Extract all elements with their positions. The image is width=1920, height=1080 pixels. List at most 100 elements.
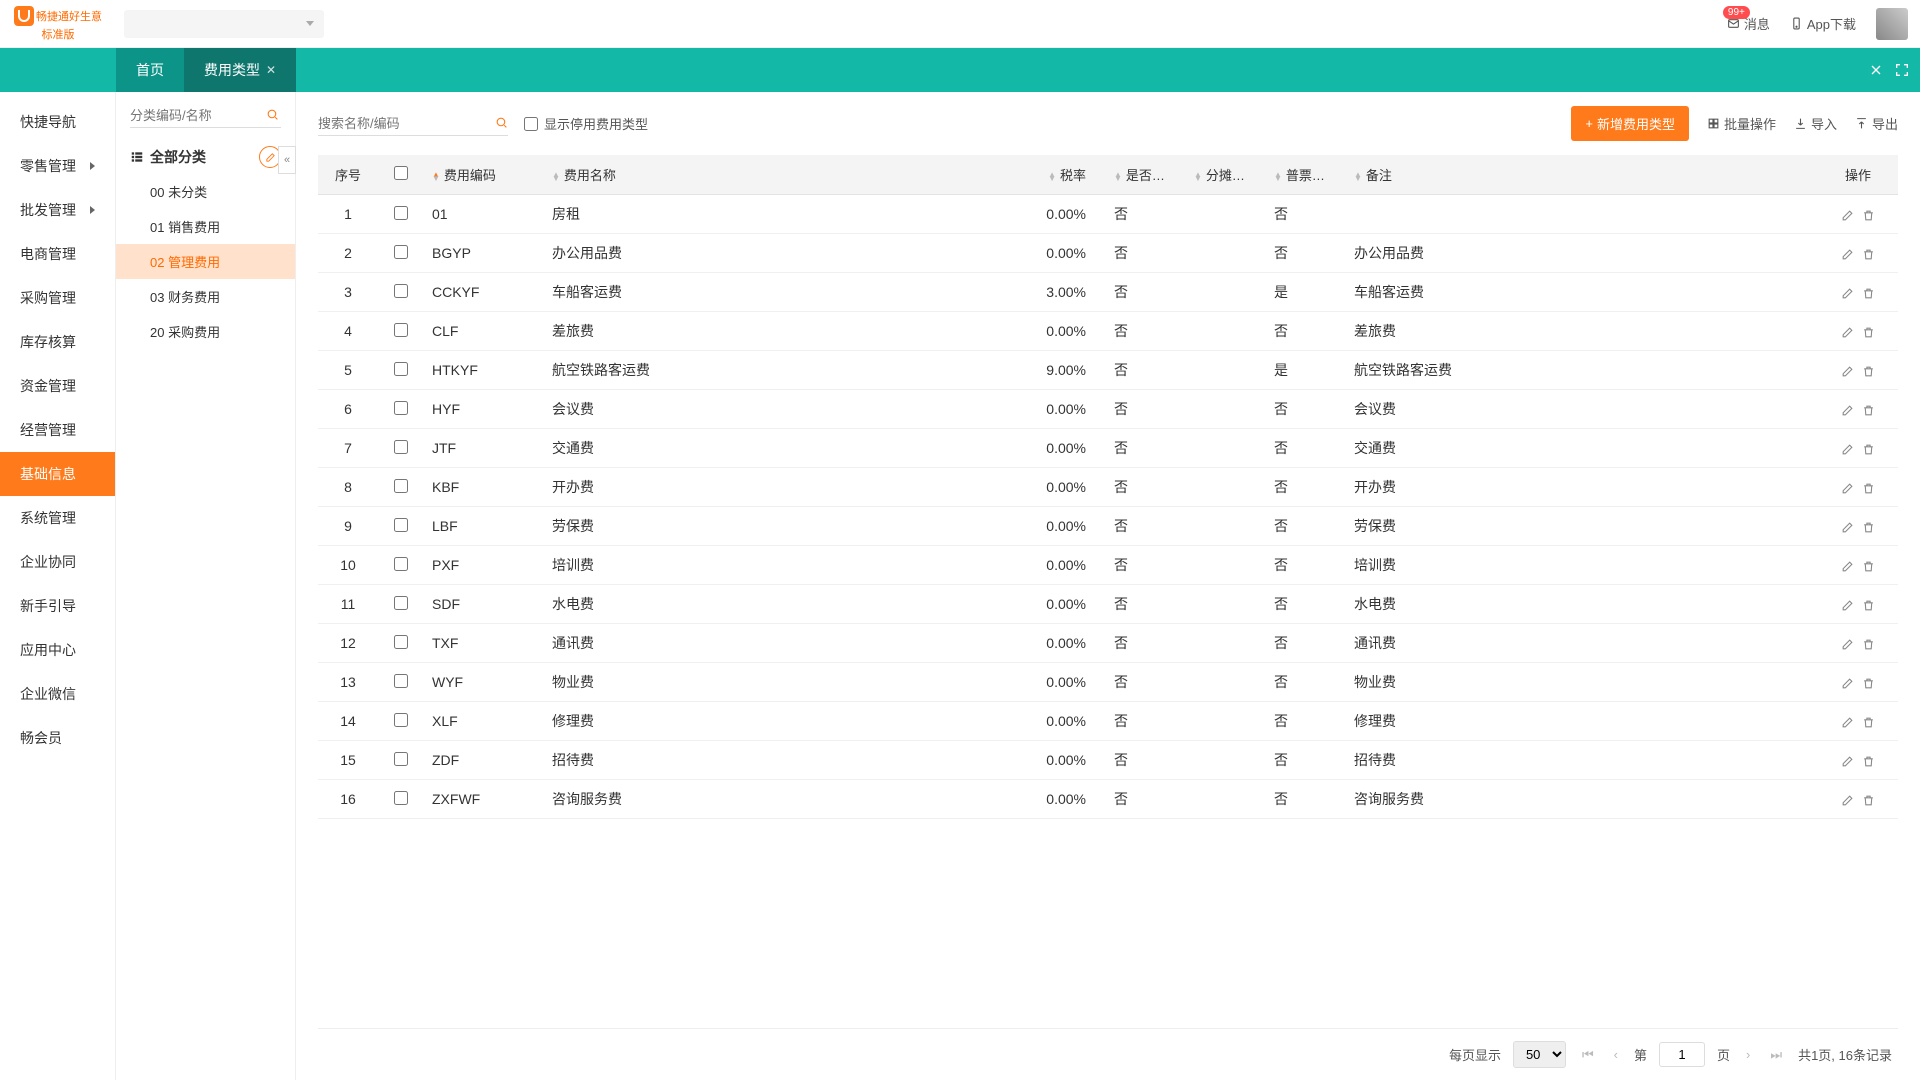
sidebar-item[interactable]: 资金管理 [0, 364, 115, 408]
col-checkbox[interactable] [378, 155, 424, 195]
sidebar-item[interactable]: 采购管理 [0, 276, 115, 320]
close-all-icon[interactable] [1868, 62, 1884, 78]
category-item[interactable]: 00 未分类 [116, 174, 295, 209]
next-page-button[interactable]: › [1742, 1047, 1754, 1062]
table-row[interactable]: 14XLF修理费0.00%否否修理费 [318, 702, 1898, 741]
edit-icon[interactable] [1841, 363, 1854, 378]
category-item[interactable]: 02 管理费用 [116, 244, 295, 279]
row-checkbox[interactable] [394, 713, 408, 727]
edit-icon[interactable] [1841, 675, 1854, 690]
col-voucher[interactable]: ▲▼普票… [1266, 155, 1346, 195]
table-row[interactable]: 101房租0.00%否否 [318, 195, 1898, 234]
row-checkbox[interactable] [394, 518, 408, 532]
row-checkbox[interactable] [394, 752, 408, 766]
export-button[interactable]: 导出 [1855, 114, 1898, 133]
delete-icon[interactable] [1862, 441, 1875, 456]
search-icon[interactable] [266, 106, 279, 121]
import-button[interactable]: 导入 [1794, 114, 1837, 133]
tab-home[interactable]: 首页 [116, 48, 184, 92]
col-share[interactable]: ▲▼分摊… [1186, 155, 1266, 195]
select-all-checkbox[interactable] [394, 166, 408, 180]
close-icon[interactable]: ✕ [266, 63, 276, 77]
delete-icon[interactable] [1862, 324, 1875, 339]
edit-icon[interactable] [1841, 597, 1854, 612]
table-row[interactable]: 7JTF交通费0.00%否否交通费 [318, 429, 1898, 468]
first-page-button[interactable]: ⏮ [1578, 1047, 1598, 1063]
sidebar-item[interactable]: 企业协同 [0, 540, 115, 584]
col-remark[interactable]: ▲▼备注 [1346, 155, 1818, 195]
fullscreen-icon[interactable] [1894, 62, 1910, 78]
avatar[interactable] [1876, 8, 1908, 40]
delete-icon[interactable] [1862, 636, 1875, 651]
edit-icon[interactable] [1841, 441, 1854, 456]
edit-icon[interactable] [1841, 480, 1854, 495]
row-checkbox[interactable] [394, 440, 408, 454]
row-checkbox[interactable] [394, 479, 408, 493]
sidebar-item[interactable]: 应用中心 [0, 628, 115, 672]
sidebar-item[interactable]: 库存核算 [0, 320, 115, 364]
sidebar-item[interactable]: 零售管理 [0, 144, 115, 188]
delete-icon[interactable] [1862, 597, 1875, 612]
last-page-button[interactable]: ⏭ [1766, 1047, 1786, 1063]
edit-icon[interactable] [1841, 519, 1854, 534]
show-disabled-checkbox[interactable]: 显示停用费用类型 [524, 114, 648, 133]
row-checkbox[interactable] [394, 245, 408, 259]
row-checkbox[interactable] [394, 284, 408, 298]
table-row[interactable]: 8KBF开办费0.00%否否开办费 [318, 468, 1898, 507]
edit-icon[interactable] [1841, 636, 1854, 651]
delete-icon[interactable] [1862, 246, 1875, 261]
edit-icon[interactable] [1841, 792, 1854, 807]
tab-expense-type[interactable]: 费用类型 ✕ [184, 48, 296, 92]
row-checkbox[interactable] [394, 206, 408, 220]
delete-icon[interactable] [1862, 519, 1875, 534]
row-checkbox[interactable] [394, 401, 408, 415]
edit-icon[interactable] [1841, 558, 1854, 573]
delete-icon[interactable] [1862, 285, 1875, 300]
row-checkbox[interactable] [394, 791, 408, 805]
category-all[interactable]: 全部分类 [116, 140, 295, 174]
sidebar-item[interactable]: 电商管理 [0, 232, 115, 276]
table-row[interactable]: 15ZDF招待费0.00%否否招待费 [318, 741, 1898, 780]
edit-icon[interactable] [1841, 714, 1854, 729]
table-row[interactable]: 10PXF培训费0.00%否否培训费 [318, 546, 1898, 585]
table-row[interactable]: 16ZXFWF咨询服务费0.00%否否咨询服务费 [318, 780, 1898, 819]
edit-icon[interactable] [1841, 324, 1854, 339]
table-row[interactable]: 2BGYP办公用品费0.00%否否办公用品费 [318, 234, 1898, 273]
new-expense-type-button[interactable]: + 新增费用类型 [1571, 106, 1689, 141]
row-checkbox[interactable] [394, 596, 408, 610]
delete-icon[interactable] [1862, 402, 1875, 417]
category-item[interactable]: 01 销售费用 [116, 209, 295, 244]
edit-icon[interactable] [1841, 246, 1854, 261]
col-name[interactable]: ▲▼费用名称 [544, 155, 1016, 195]
delete-icon[interactable] [1862, 207, 1875, 222]
sidebar-item[interactable]: 基础信息 [0, 452, 115, 496]
row-checkbox[interactable] [394, 362, 408, 376]
table-row[interactable]: 12TXF通讯费0.00%否否通讯费 [318, 624, 1898, 663]
row-checkbox[interactable] [394, 323, 408, 337]
page-size-select[interactable]: 50 [1513, 1041, 1566, 1068]
delete-icon[interactable] [1862, 753, 1875, 768]
category-item[interactable]: 03 财务费用 [116, 279, 295, 314]
category-item[interactable]: 20 采购费用 [116, 314, 295, 349]
table-row[interactable]: 13WYF物业费0.00%否否物业费 [318, 663, 1898, 702]
table-row[interactable]: 6HYF会议费0.00%否否会议费 [318, 390, 1898, 429]
row-checkbox[interactable] [394, 635, 408, 649]
delete-icon[interactable] [1862, 480, 1875, 495]
table-row[interactable]: 3CCKYF车船客运费3.00%否是车船客运费 [318, 273, 1898, 312]
table-row[interactable]: 4CLF差旅费0.00%否否差旅费 [318, 312, 1898, 351]
app-download-button[interactable]: App下载 [1790, 14, 1856, 33]
col-rate[interactable]: ▲▼税率 [1016, 155, 1106, 195]
prev-page-button[interactable]: ‹ [1610, 1047, 1622, 1062]
category-search-input[interactable] [130, 104, 281, 128]
table-search-input[interactable] [318, 112, 508, 136]
col-code[interactable]: ▲▼费用编码 [424, 155, 544, 195]
table-row[interactable]: 5HTKYF航空铁路客运费9.00%否是航空铁路客运费 [318, 351, 1898, 390]
sidebar-item[interactable]: 快捷导航 [0, 100, 115, 144]
col-is[interactable]: ▲▼是否… [1106, 155, 1186, 195]
sidebar-item[interactable]: 批发管理 [0, 188, 115, 232]
delete-icon[interactable] [1862, 792, 1875, 807]
sidebar-item[interactable]: 畅会员 [0, 716, 115, 760]
org-selector[interactable] [124, 10, 324, 38]
row-checkbox[interactable] [394, 674, 408, 688]
edit-icon[interactable] [1841, 753, 1854, 768]
